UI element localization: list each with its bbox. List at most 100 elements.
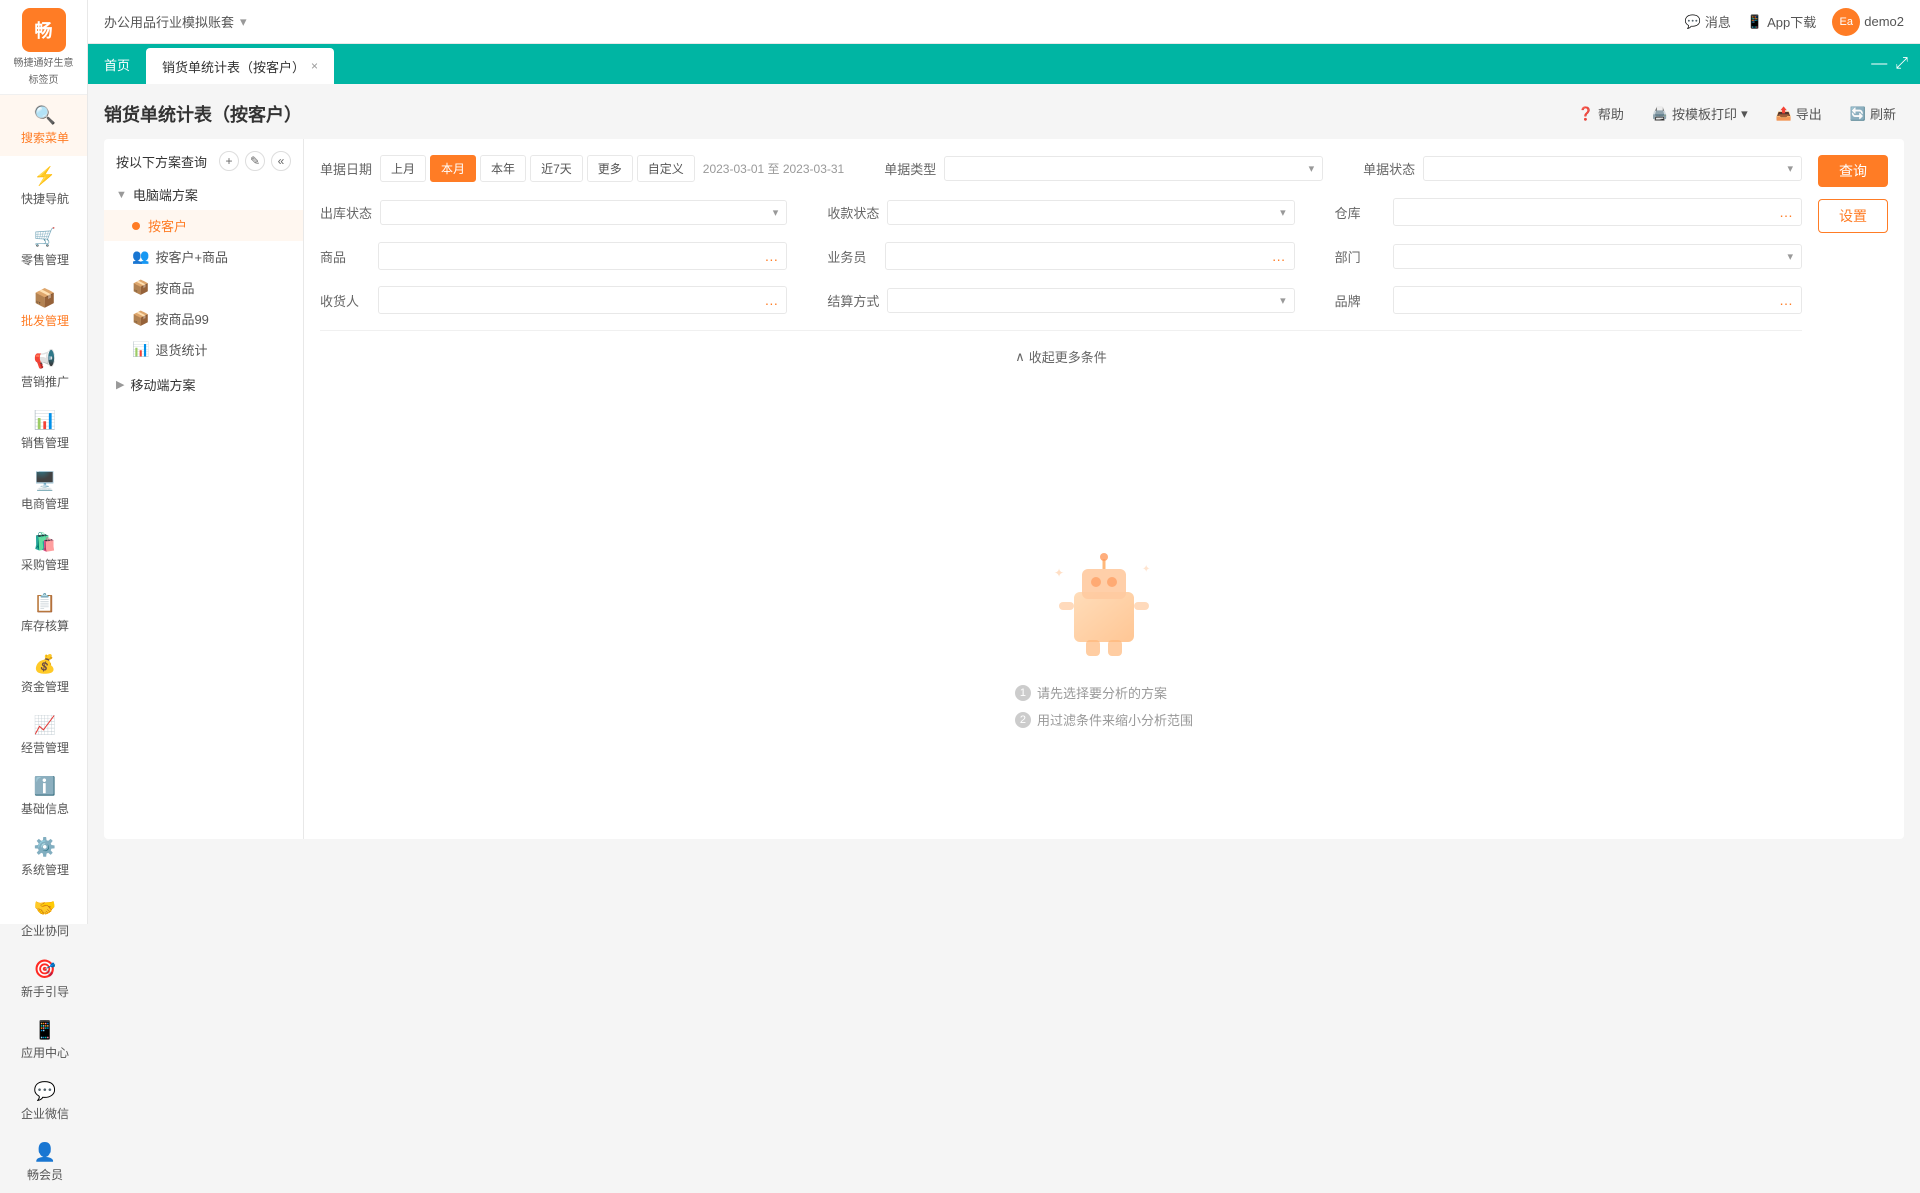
tab-home[interactable]: 首页 [88,44,146,84]
query-button[interactable]: 查询 [1818,155,1888,187]
date-btn-lastmonth[interactable]: 上月 [380,155,426,182]
sidebar-item-basics[interactable]: ℹ️ 基础信息 [0,766,87,827]
sidebar-sales-label: 销售管理 [21,434,69,451]
app-download-btn[interactable]: 📱 App下载 [1747,12,1816,31]
department-select[interactable]: ▾ [1393,244,1802,269]
export-btn[interactable]: 📤 导出 [1768,100,1830,127]
by-goods99-icon: 📦 [132,310,149,327]
scheme-collapse-btn[interactable]: « [271,151,291,171]
settlement-select[interactable]: ▾ [887,288,1294,313]
sidebar-wholesale-label: 批发管理 [21,312,69,329]
enterprise-wechat-icon: 💬 [34,1081,56,1102]
scheme-item-customer-label: 按客户 [148,216,187,235]
user-menu[interactable]: Ea demo2 [1832,8,1904,36]
guide-icon: 🎯 [34,959,56,980]
goods-select[interactable]: … [378,242,787,270]
right-panel: 单据日期 上月 本月 本年 近7天 更多 自定义 [304,139,1904,839]
operations-icon: 📈 [34,715,56,736]
sidebar-guide-label: 新手引导 [21,983,69,1000]
sidebar-item-member[interactable]: 👤 畅会员 [0,1132,87,1193]
scheme-header-actions: + ✎ « [219,151,291,171]
header-right: 💬 消息 📱 App下载 Ea demo2 [1685,8,1904,36]
scheme-mobile-group: ▶ 移动端方案 [104,369,303,400]
sidebar-item-quicknav[interactable]: ⚡ 快捷导航 [0,156,87,217]
filter-goods: 商品 … [320,242,787,270]
filter-row-1: 单据日期 上月 本月 本年 近7天 更多 自定义 [320,155,1802,182]
order-status-arrow-icon: ▾ [1787,162,1793,175]
filter-warehouse: 仓库 … [1335,198,1802,226]
sidebar-item-appcenter[interactable]: 📱 应用中心 [0,1010,87,1071]
date-btn-custom[interactable]: 自定义 [637,155,695,182]
date-btn-thismonth[interactable]: 本月 [430,155,476,182]
payment-status-select[interactable]: ▾ [887,200,1294,225]
active-tab-label: 销货单统计表（按客户） [162,57,305,76]
sidebar-item-purchase[interactable]: 🛍️ 采购管理 [0,522,87,583]
sidebar-item-search[interactable]: 🔍 搜索菜单 [0,95,87,156]
refresh-btn[interactable]: 🔄 刷新 [1842,100,1904,127]
print-btn[interactable]: 🖨️ 按模板打印 ▾ [1644,100,1756,127]
tab-close-icon[interactable]: × [311,59,318,73]
message-btn[interactable]: 💬 消息 [1685,12,1731,31]
sidebar-item-system[interactable]: ⚙️ 系统管理 [0,827,87,888]
tab-expand-area: — ⤢ [1859,55,1920,73]
filter-delivery-status: 出库状态 ▾ [320,200,787,225]
expand-icon[interactable]: ⤢ [1895,55,1908,73]
tab-sales-stats[interactable]: 销货单统计表（按客户） × [146,48,334,84]
edit-icon: ✎ [250,154,260,168]
sidebar-item-marketing[interactable]: 📢 营销推广 [0,339,87,400]
sidebar-item-finance[interactable]: 💰 资金管理 [0,644,87,705]
scheme-item-by-goods99[interactable]: 📦 按商品99 [104,303,303,334]
date-btn-more[interactable]: 更多 [587,155,633,182]
app-download-icon: 📱 [1747,14,1763,30]
minimize-icon[interactable]: — [1871,55,1887,73]
sidebar-item-guide[interactable]: 🎯 新手引导 [0,949,87,1010]
sidebar-operations-label: 经营管理 [21,739,69,756]
sidebar-item-inventory[interactable]: 📋 库存核算 [0,583,87,644]
sidebar-item-operations[interactable]: 📈 经营管理 [0,705,87,766]
salesperson-select[interactable]: … [885,242,1294,270]
scheme-mobile-group-header[interactable]: ▶ 移动端方案 [104,369,303,400]
brand-select[interactable]: … [1393,286,1802,314]
sales-icon: 📊 [34,410,56,431]
ecommerce-icon: 🖥️ [34,471,56,492]
sidebar-item-ecommerce[interactable]: 🖥️ 电商管理 [0,461,87,522]
scheme-panel: 按以下方案查询 + ✎ « [104,139,304,839]
collapse-more-btn[interactable]: ∧ 收起更多条件 [1007,339,1115,374]
date-btn-thisyear[interactable]: 本年 [480,155,526,182]
sidebar-item-enterprise-wechat[interactable]: 💬 企业微信 [0,1071,87,1132]
order-status-label: 单据状态 [1363,159,1415,178]
logo-text: 畅捷通好生意 [14,54,74,69]
sidebar-item-retail[interactable]: 🛒 零售管理 [0,217,87,278]
scheme-edit-btn[interactable]: ✎ [245,151,265,171]
sidebar-item-sales[interactable]: 📊 销售管理 [0,400,87,461]
goods-dots-icon: … [764,248,778,264]
date-btn-last7days[interactable]: 近7天 [530,155,583,182]
scheme-item-return-stats[interactable]: 📊 退货统计 [104,334,303,365]
filter-salesperson: 业务员 … [827,242,1294,270]
filter-row-4: 收货人 … 结算方式 [320,286,1802,314]
scheme-item-by-customer[interactable]: 按客户 [104,210,303,241]
scheme-item-by-goods[interactable]: 📦 按商品 [104,272,303,303]
payment-arrow-icon: ▾ [1280,206,1286,219]
sidebar-logo: 畅 畅捷通好生意 标签页 [0,0,87,95]
scheme-add-btn[interactable]: + [219,151,239,171]
collapse-up-icon: ∧ [1015,349,1025,365]
sidebar-member-label: 畅会员 [27,1166,63,1183]
order-type-select[interactable]: ▾ [944,156,1323,181]
scheme-item-customer-goods[interactable]: 👥 按客户+商品 [104,241,303,272]
setting-button[interactable]: 设置 [1818,199,1888,233]
sidebar-appcenter-label: 应用中心 [21,1044,69,1061]
warehouse-select[interactable]: … [1393,198,1802,226]
sidebar-item-wholesale[interactable]: 📦 批发管理 [0,278,87,339]
scheme-pc-group-header[interactable]: ▼ 电脑端方案 [104,179,303,210]
order-status-select[interactable]: ▾ [1423,156,1802,181]
filter-order-status: 单据状态 ▾ [1363,156,1802,181]
industry-dropdown-icon[interactable]: ▾ [240,14,247,30]
sidebar-item-collab[interactable]: 🤝 企业协同 [0,888,87,949]
search-icon: 🔍 [34,105,56,126]
sidebar-ecommerce-label: 电商管理 [21,495,69,512]
receiver-select[interactable]: … [378,286,787,314]
help-btn[interactable]: ❓ 帮助 [1570,100,1632,127]
delivery-status-select[interactable]: ▾ [380,200,787,225]
inventory-icon: 📋 [34,593,56,614]
